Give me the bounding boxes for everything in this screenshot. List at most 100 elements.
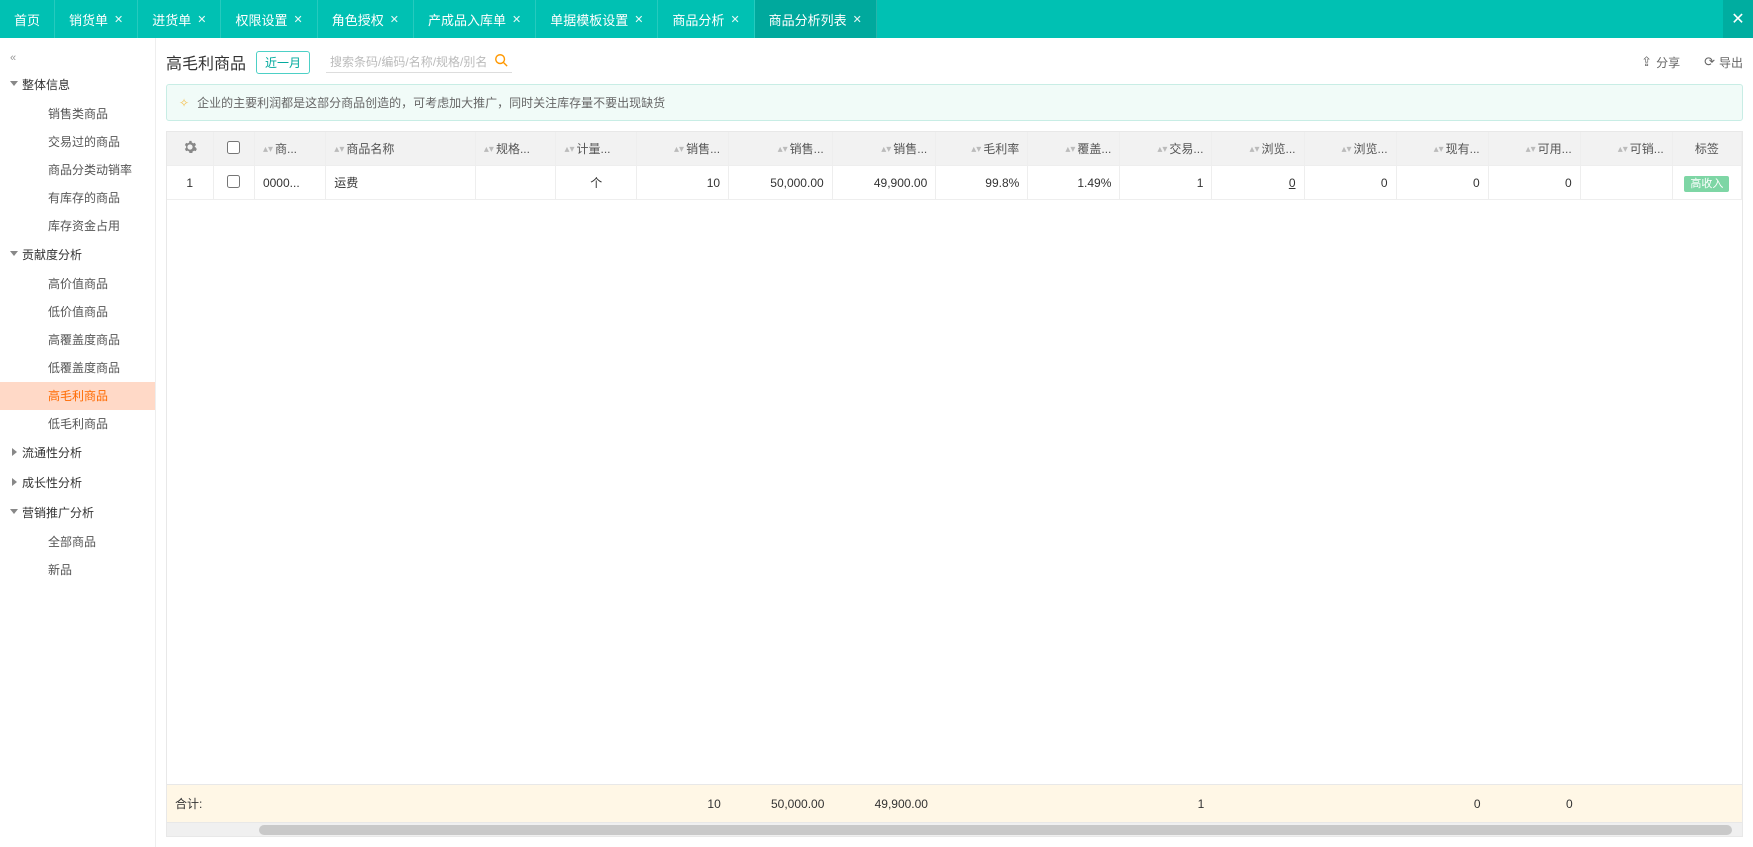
search-input[interactable] [330, 55, 490, 69]
summary-trades: 1 [1120, 785, 1212, 822]
col-trades[interactable]: ▴▾交易... [1120, 132, 1212, 166]
sidebar-item-1-2[interactable]: 高覆盖度商品 [0, 326, 155, 354]
tab-label: 商品分析列表 [769, 10, 847, 29]
cell-amt: 50,000.00 [729, 166, 833, 200]
sort-icon: ▴▾ [1157, 146, 1167, 154]
search-icon[interactable] [494, 53, 508, 70]
cell-trades: 1 [1120, 166, 1212, 200]
content-header: 高毛利商品 近一月 ⇪ 分享 ⟳ 导出 [166, 38, 1743, 84]
sidebar-collapse-toggle[interactable]: « [0, 46, 155, 70]
cell-stock: 0 [1396, 166, 1488, 200]
col-sellable[interactable]: ▴▾可销... [1580, 132, 1672, 166]
date-range-chip[interactable]: 近一月 [256, 51, 310, 74]
col-qty[interactable]: ▴▾销售... [637, 132, 729, 166]
tab-label: 单据模板设置 [550, 10, 628, 29]
tag-chip: 高收入 [1684, 176, 1729, 192]
col-gross[interactable]: ▴▾销售... [832, 132, 936, 166]
sidebar-item-0-4[interactable]: 库存资金占用 [0, 212, 155, 240]
sidebar-item-4-1[interactable]: 新品 [0, 556, 155, 584]
summary-row: 合计: 10 50,000.00 49,900.00 1 0 0 [166, 784, 1743, 823]
sidebar-item-1-1[interactable]: 低价值商品 [0, 298, 155, 326]
close-icon[interactable]: ✕ [730, 13, 739, 26]
share-icon: ⇪ [1641, 54, 1652, 70]
close-icon[interactable]: ✕ [197, 13, 206, 26]
cell-view2: 0 [1304, 166, 1396, 200]
col-code[interactable]: ▴▾商... [254, 132, 325, 166]
col-avail[interactable]: ▴▾可用... [1488, 132, 1580, 166]
col-amt[interactable]: ▴▾销售... [729, 132, 833, 166]
sidebar-group-2[interactable]: 流通性分析 [0, 438, 155, 468]
close-icon[interactable]: ✕ [512, 13, 521, 26]
tab-label: 角色授权 [332, 10, 384, 29]
col-tag[interactable]: 标签 [1672, 132, 1741, 166]
cell-avail: 0 [1488, 166, 1580, 200]
select-all-header[interactable] [213, 132, 254, 166]
sort-icon: ▴▾ [1618, 146, 1628, 154]
data-table: ▴▾商... ▴▾商品名称 ▴▾规格... ▴▾计量... ▴▾销售... ▴▾… [167, 132, 1742, 200]
search-wrapper [326, 51, 512, 73]
view-link[interactable]: 0 [1289, 176, 1296, 190]
close-icon[interactable]: ✕ [853, 13, 862, 26]
share-button[interactable]: ⇪ 分享 [1641, 54, 1680, 71]
col-cover[interactable]: ▴▾覆盖... [1028, 132, 1120, 166]
close-icon[interactable]: ✕ [294, 13, 303, 26]
sidebar-group-4[interactable]: 营销推广分析 [0, 498, 155, 528]
sidebar-item-1-4[interactable]: 高毛利商品 [0, 382, 155, 410]
cell-cover: 1.49% [1028, 166, 1120, 200]
top-tab-bar: 首页销货单✕进货单✕权限设置✕角色授权✕产成品入库单✕单据模板设置✕商品分析✕商… [0, 0, 1753, 38]
tab-5[interactable]: 产成品入库单✕ [414, 0, 536, 38]
sidebar-group-1[interactable]: 贡献度分析 [0, 240, 155, 270]
col-unit[interactable]: ▴▾计量... [556, 132, 637, 166]
col-margin[interactable]: ▴▾毛利率 [936, 132, 1028, 166]
tab-2[interactable]: 进货单 ✕ [138, 0, 221, 38]
select-all-checkbox[interactable] [227, 141, 240, 154]
export-button[interactable]: ⟳ 导出 [1704, 54, 1743, 71]
row-checkbox-cell[interactable] [213, 166, 254, 200]
tab-3[interactable]: 权限设置✕ [221, 0, 317, 38]
gear-column-header[interactable] [167, 132, 213, 166]
sidebar-group-3[interactable]: 成长性分析 [0, 468, 155, 498]
tab-0[interactable]: 首页 [0, 0, 55, 38]
sidebar-item-0-2[interactable]: 商品分类动销率 [0, 156, 155, 184]
tab-4[interactable]: 角色授权 ✕ [318, 0, 414, 38]
close-icon[interactable]: ✕ [390, 13, 399, 26]
close-icon[interactable]: ✕ [634, 13, 643, 26]
share-label: 分享 [1656, 54, 1680, 71]
sidebar-item-0-0[interactable]: 销售类商品 [0, 100, 155, 128]
tab-6[interactable]: 单据模板设置 ✕ [536, 0, 658, 38]
sidebar-item-4-0[interactable]: 全部商品 [0, 528, 155, 556]
col-name[interactable]: ▴▾商品名称 [326, 132, 476, 166]
col-view2[interactable]: ▴▾浏览... [1304, 132, 1396, 166]
col-spec[interactable]: ▴▾规格... [475, 132, 556, 166]
sidebar-item-1-0[interactable]: 高价值商品 [0, 270, 155, 298]
tab-label: 进货单 [152, 10, 191, 29]
summary-amt: 50,000.00 [729, 785, 833, 822]
tip-bar: ✧ 企业的主要利润都是这部分商品创造的，可考虑加大推广，同时关注库存量不要出现缺… [166, 84, 1743, 121]
cell-gross: 49,900.00 [832, 166, 936, 200]
table-row: 10000...运费个1050,000.0049,900.0099.8%1.49… [167, 166, 1742, 200]
cell-margin: 99.8% [936, 166, 1028, 200]
sidebar-group-0[interactable]: 整体信息 [0, 70, 155, 100]
tab-bar-close-button[interactable]: ✕ [1723, 0, 1753, 38]
row-checkbox[interactable] [227, 175, 240, 188]
tab-1[interactable]: 销货单✕ [55, 0, 138, 38]
col-stock[interactable]: ▴▾现有... [1396, 132, 1488, 166]
sidebar-item-0-1[interactable]: 交易过的商品 [0, 128, 155, 156]
row-index: 1 [167, 166, 213, 200]
tab-7[interactable]: 商品分析✕ [658, 0, 754, 38]
sidebar-item-1-5[interactable]: 低毛利商品 [0, 410, 155, 438]
tab-8[interactable]: 商品分析列表 ✕ [755, 0, 877, 38]
cell-unit: 个 [556, 166, 637, 200]
summary-gross: 49,900.00 [832, 785, 936, 822]
close-icon[interactable]: ✕ [114, 13, 123, 26]
cell-code: 0000... [254, 166, 325, 200]
cell-spec [475, 166, 556, 200]
horizontal-scrollbar[interactable] [166, 823, 1743, 837]
scrollbar-thumb[interactable] [259, 825, 1732, 835]
sort-icon: ▴▾ [778, 146, 788, 154]
col-view1[interactable]: ▴▾浏览... [1212, 132, 1304, 166]
sidebar-item-0-3[interactable]: 有库存的商品 [0, 184, 155, 212]
sidebar-item-1-3[interactable]: 低覆盖度商品 [0, 354, 155, 382]
cell-view1[interactable]: 0 [1212, 166, 1304, 200]
main-wrapper: « 整体信息销售类商品交易过的商品商品分类动销率有库存的商品库存资金占用贡献度分… [0, 38, 1753, 847]
